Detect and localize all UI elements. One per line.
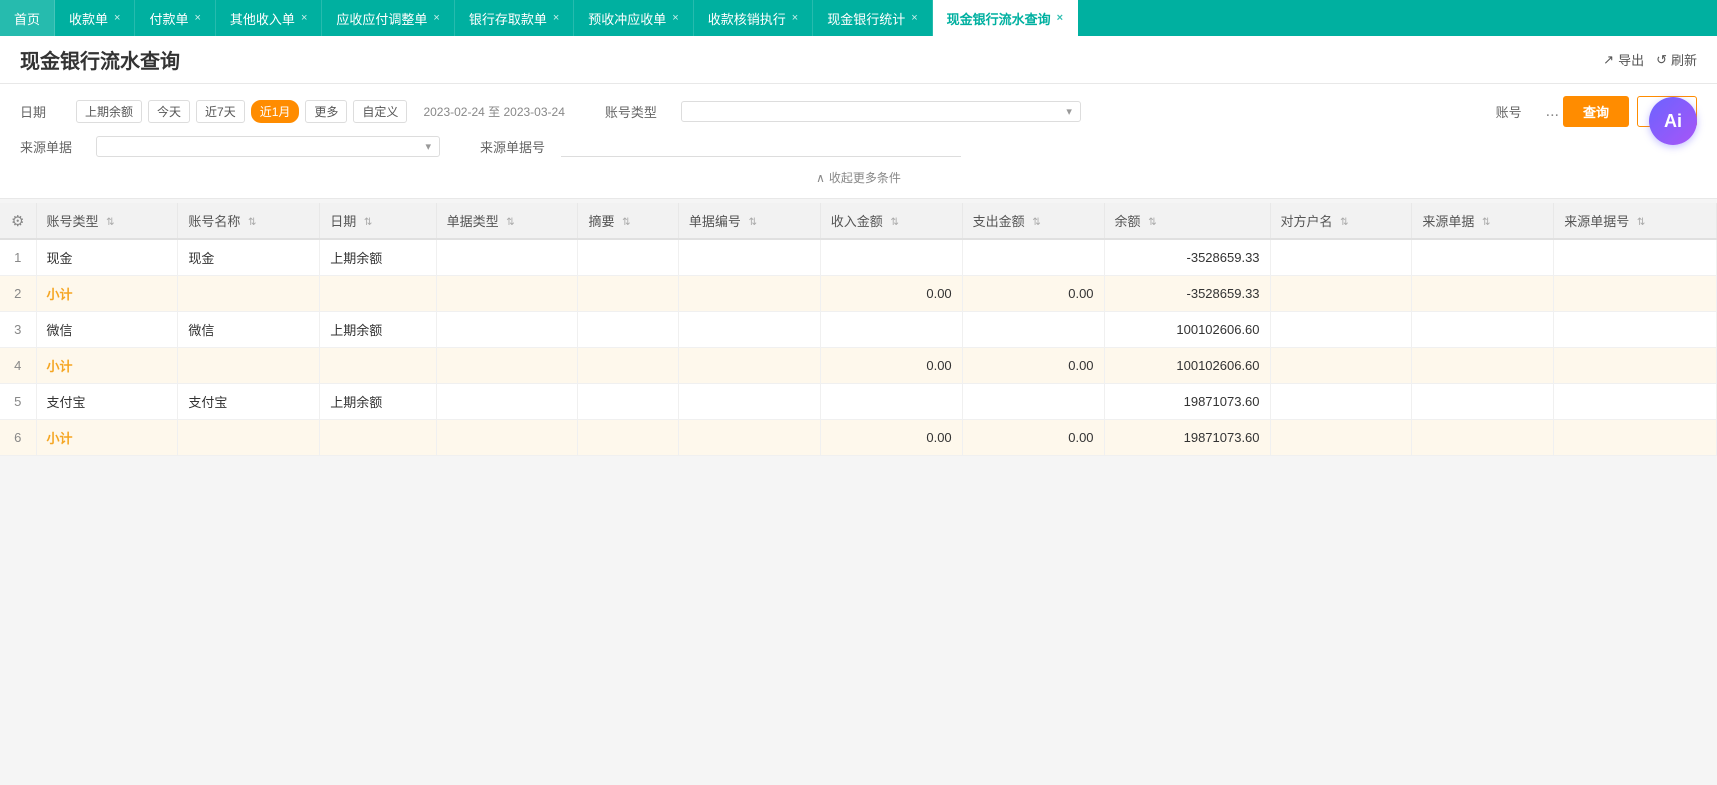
- refresh-icon: ↺: [1656, 52, 1667, 68]
- sort-icon[interactable]: ⇅: [248, 217, 256, 228]
- col-source-doc-no: 来源单据号 ⇅: [1554, 203, 1717, 239]
- export-button[interactable]: ↗ 导出: [1603, 50, 1644, 69]
- col-summary: 摘要 ⇅: [578, 203, 678, 239]
- date-btn-today[interactable]: 今天: [148, 100, 190, 123]
- table-container: ⚙ 账号类型 ⇅ 账号名称 ⇅ 日期 ⇅ 单据类型 ⇅: [0, 203, 1717, 456]
- sort-icon[interactable]: ⇅: [622, 217, 630, 228]
- date-btn-1month[interactable]: 近1月: [251, 100, 300, 123]
- account-type-label: 账号类型: [605, 102, 665, 121]
- table-row: 1现金现金上期余额-3528659.33: [0, 239, 1717, 276]
- col-date: 日期 ⇅: [320, 203, 436, 239]
- collapse-icon: ∧: [816, 171, 825, 185]
- refresh-button[interactable]: ↺ 刷新: [1656, 50, 1697, 69]
- col-doc-type: 单据类型 ⇅: [436, 203, 578, 239]
- col-expense: 支出金额 ⇅: [962, 203, 1104, 239]
- sort-icon[interactable]: ⇅: [1637, 217, 1645, 228]
- close-icon[interactable]: ×: [672, 12, 678, 24]
- nav-receipts[interactable]: 收款单 ×: [55, 0, 135, 36]
- chevron-down-icon: ▾: [1066, 105, 1072, 118]
- source-doc-no-filter-group: 来源单据号: [480, 135, 1697, 157]
- nav-ar-ap-adjust[interactable]: 应收应付调整单 ×: [322, 0, 454, 36]
- ai-assistant-button[interactable]: Ai: [1649, 97, 1697, 145]
- sort-icon[interactable]: ⇅: [1482, 217, 1490, 228]
- account-type-filter-group: 账号类型 ▾: [605, 101, 1456, 122]
- sort-icon[interactable]: ⇅: [1340, 217, 1348, 228]
- filter-row-date: 日期 上期余额 今天 近7天 近1月 更多 自定义 2023-02-24 至 2…: [20, 96, 1697, 127]
- close-icon[interactable]: ×: [433, 12, 439, 24]
- gear-icon[interactable]: ⚙: [11, 213, 24, 230]
- date-btn-more[interactable]: 更多: [305, 100, 347, 123]
- header-actions: ↗ 导出 ↺ 刷新: [1603, 50, 1697, 69]
- col-account-name: 账号名称 ⇅: [178, 203, 320, 239]
- source-doc-no-input[interactable]: [565, 138, 957, 153]
- nav-prepay-offset[interactable]: 预收冲应收单 ×: [574, 0, 693, 36]
- table-row: 6小计0.000.0019871073.60: [0, 420, 1717, 456]
- col-income: 收入金额 ⇅: [820, 203, 962, 239]
- col-doc-no: 单据编号 ⇅: [678, 203, 820, 239]
- page-header: 现金银行流水查询 ↗ 导出 ↺ 刷新: [0, 36, 1717, 84]
- col-source-doc: 来源单据 ⇅: [1412, 203, 1554, 239]
- table-row: 5支付宝支付宝上期余额19871073.60: [0, 384, 1717, 420]
- export-icon: ↗: [1603, 52, 1614, 68]
- table-header-row: ⚙ 账号类型 ⇅ 账号名称 ⇅ 日期 ⇅ 单据类型 ⇅: [0, 203, 1717, 239]
- query-button[interactable]: 查询: [1563, 96, 1629, 127]
- close-icon[interactable]: ×: [553, 12, 559, 24]
- filter-row-source: 来源单据 ▾ 来源单据号: [20, 135, 1697, 157]
- chevron-down-icon: ▾: [425, 140, 431, 153]
- close-icon[interactable]: ×: [301, 12, 307, 24]
- page-title: 现金银行流水查询: [20, 45, 180, 74]
- nav-payments[interactable]: 付款单 ×: [135, 0, 215, 36]
- source-doc-no-label: 来源单据号: [480, 137, 545, 156]
- col-account-type: 账号类型 ⇅: [36, 203, 178, 239]
- col-settings: ⚙: [0, 203, 36, 239]
- close-icon[interactable]: ×: [114, 12, 120, 24]
- collapse-label: 收起更多条件: [829, 169, 901, 186]
- close-icon[interactable]: ×: [1057, 12, 1063, 24]
- close-icon[interactable]: ×: [194, 12, 200, 24]
- date-filter-group: 日期 上期余额 今天 近7天 近1月 更多 自定义 2023-02-24 至 2…: [20, 100, 565, 123]
- close-icon[interactable]: ×: [911, 12, 917, 24]
- sort-icon[interactable]: ⇅: [890, 217, 898, 228]
- date-btn-yesterday[interactable]: 上期余额: [76, 100, 142, 123]
- data-table: ⚙ 账号类型 ⇅ 账号名称 ⇅ 日期 ⇅ 单据类型 ⇅: [0, 203, 1717, 456]
- source-doc-select[interactable]: ▾: [96, 136, 440, 157]
- close-icon[interactable]: ×: [792, 12, 798, 24]
- nav-home[interactable]: 首页: [0, 0, 55, 36]
- date-btn-custom[interactable]: 自定义: [353, 100, 407, 123]
- source-doc-no-input-wrap: [561, 135, 961, 157]
- col-counterparty: 对方户名 ⇅: [1270, 203, 1412, 239]
- account-more-dots[interactable]: ...: [1542, 103, 1563, 121]
- col-balance: 余额 ⇅: [1104, 203, 1270, 239]
- sort-icon[interactable]: ⇅: [506, 217, 514, 228]
- date-options: 上期余额 今天 近7天 近1月 更多 自定义: [76, 100, 407, 123]
- date-range: 2023-02-24 至 2023-03-24: [423, 103, 564, 120]
- table-row: 2小计0.000.00-3528659.33: [0, 276, 1717, 312]
- table-row: 4小计0.000.00100102606.60: [0, 348, 1717, 384]
- date-label: 日期: [20, 102, 60, 121]
- sort-icon[interactable]: ⇅: [1032, 217, 1040, 228]
- filter-area: 日期 上期余额 今天 近7天 近1月 更多 自定义 2023-02-24 至 2…: [0, 84, 1717, 199]
- source-doc-filter-group: 来源单据 ▾: [20, 136, 440, 157]
- sort-icon[interactable]: ⇅: [106, 217, 114, 228]
- account-label: 账号: [1496, 102, 1526, 121]
- nav-cash-bank-stats[interactable]: 现金银行统计 ×: [813, 0, 932, 36]
- source-doc-label: 来源单据: [20, 137, 80, 156]
- account-filter-group: 账号 ...: [1496, 102, 1563, 121]
- nav-receipts-verify[interactable]: 收款核销执行 ×: [694, 0, 813, 36]
- table-row: 3微信微信上期余额100102606.60: [0, 312, 1717, 348]
- nav-cash-bank-flow[interactable]: 现金银行流水查询 ×: [933, 0, 1078, 36]
- sort-icon[interactable]: ⇅: [749, 217, 757, 228]
- sort-icon[interactable]: ⇅: [1148, 217, 1156, 228]
- date-btn-7days[interactable]: 近7天: [196, 100, 245, 123]
- nav-bank-deposit[interactable]: 银行存取款单 ×: [455, 0, 574, 36]
- nav-other-income[interactable]: 其他收入单 ×: [216, 0, 322, 36]
- sort-icon[interactable]: ⇅: [364, 217, 372, 228]
- top-nav: 首页 收款单 × 付款单 × 其他收入单 × 应收应付调整单 × 银行存取款单 …: [0, 0, 1717, 36]
- collapse-bar[interactable]: ∧ 收起更多条件: [20, 165, 1697, 190]
- account-type-select[interactable]: ▾: [681, 101, 1081, 122]
